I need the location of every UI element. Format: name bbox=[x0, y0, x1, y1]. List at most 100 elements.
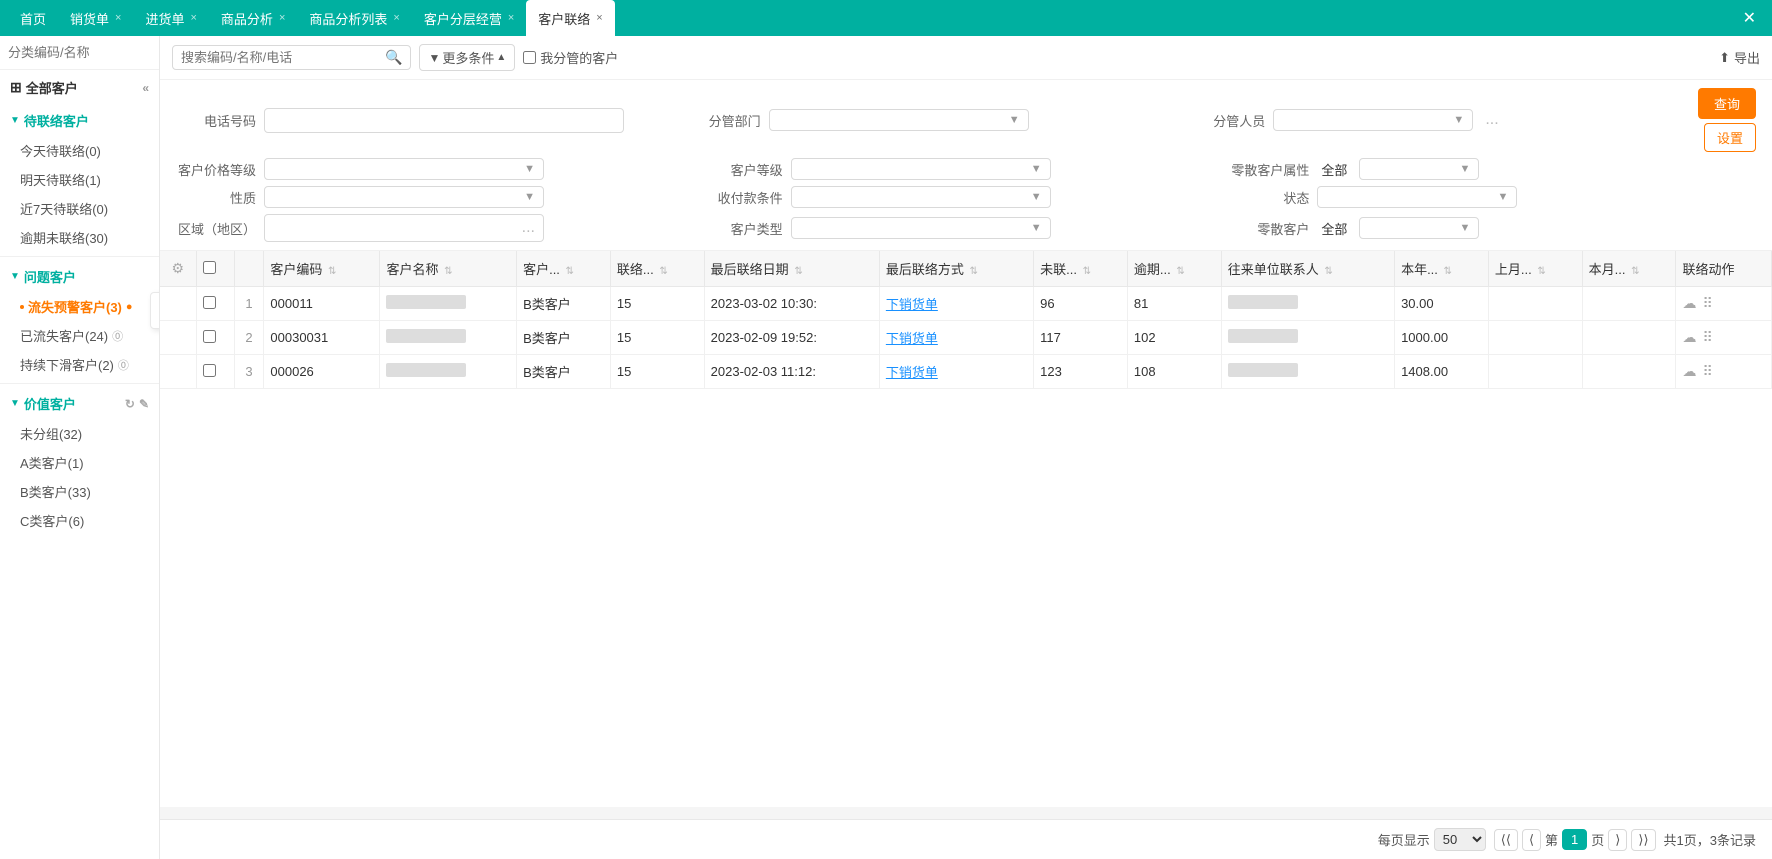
sidebar-item-a-class[interactable]: A类客户(1) bbox=[0, 448, 159, 477]
filter-zero-customer-select[interactable]: ▼ bbox=[1359, 217, 1479, 239]
contact-way-link-2[interactable]: 下销货单 bbox=[886, 365, 938, 380]
tab-customer-tier-close[interactable]: × bbox=[508, 12, 514, 24]
sidebar-item-ungrouped[interactable]: 未分组(32) bbox=[0, 419, 159, 448]
per-page-select[interactable]: 50 100 200 bbox=[1434, 828, 1486, 851]
filter-dept-select[interactable]: ▼ bbox=[769, 109, 1029, 131]
my-customers-checkbox[interactable] bbox=[523, 51, 536, 64]
horizontal-scrollbar[interactable] bbox=[160, 807, 1772, 819]
th-contact[interactable]: 联络... ⇅ bbox=[610, 251, 704, 287]
tab-analysis-list[interactable]: 商品分析列表 × bbox=[297, 0, 411, 36]
th-last-contact-date[interactable]: 最后联络日期 ⇅ bbox=[704, 251, 879, 287]
group-arrow-problem: ▼ bbox=[10, 271, 20, 282]
search-input[interactable] bbox=[181, 50, 381, 65]
tab-customer-contact[interactable]: 客户联络 × bbox=[526, 0, 614, 36]
th-type[interactable]: 客户... ⇅ bbox=[517, 251, 611, 287]
tab-home[interactable]: 首页 bbox=[8, 0, 58, 36]
tab-customer-contact-close[interactable]: × bbox=[596, 12, 602, 24]
sidebar-all-customers[interactable]: ⊞ 全部客户 « bbox=[0, 70, 159, 105]
tab-analysis-list-close[interactable]: × bbox=[393, 12, 399, 24]
action-contact-icon-0[interactable]: ☁ bbox=[1682, 295, 1696, 312]
th-this-year[interactable]: 本年... ⇅ bbox=[1395, 251, 1489, 287]
sidebar-item-7days[interactable]: 近7天待联络(0) bbox=[0, 194, 159, 223]
sidebar-search-input[interactable] bbox=[8, 45, 160, 60]
filter-area-dots[interactable]: ... bbox=[522, 219, 535, 237]
filter-person-dots[interactable]: ... bbox=[1485, 111, 1498, 129]
sidebar-item-c-class[interactable]: C类客户(6) bbox=[0, 506, 159, 535]
tab-customer-tier[interactable]: 客户分层经营 × bbox=[412, 0, 526, 36]
filter-area-select[interactable]: ... bbox=[264, 214, 544, 242]
action-contact-icon-1[interactable]: ☁ bbox=[1682, 329, 1696, 346]
action-contact-icon-2[interactable]: ☁ bbox=[1682, 363, 1696, 380]
select-all-checkbox[interactable] bbox=[203, 261, 216, 274]
filter-price-grade-select[interactable]: ▼ bbox=[264, 158, 544, 180]
filter-person-select[interactable]: ▼ bbox=[1273, 109, 1473, 131]
tab-purchase[interactable]: 进货单 × bbox=[133, 0, 208, 36]
th-no-contact[interactable]: 未联... ⇅ bbox=[1034, 251, 1128, 287]
row-checkbox-0[interactable] bbox=[203, 296, 216, 309]
row-checkbox-2[interactable] bbox=[203, 364, 216, 377]
window-close-button[interactable]: ✕ bbox=[1735, 4, 1764, 32]
more-conditions-btn[interactable]: ▼ 更多条件 ▲ bbox=[419, 44, 515, 71]
sidebar-item-churn-warning[interactable]: 流失预警客户(3) ● bbox=[0, 292, 159, 321]
td-this-year-2: 1408.00 bbox=[1395, 355, 1489, 389]
th-this-month[interactable]: 本月... ⇅ bbox=[1582, 251, 1676, 287]
export-btn[interactable]: ⬆ 导出 bbox=[1719, 48, 1760, 67]
search-submit-icon[interactable]: 🔍 bbox=[385, 49, 402, 66]
action-more-icon-0[interactable]: ⠿ bbox=[1702, 295, 1712, 312]
gear-icon[interactable]: ⚙ bbox=[171, 260, 184, 276]
action-more-icon-1[interactable]: ⠿ bbox=[1702, 329, 1712, 346]
filter-phone-input[interactable] bbox=[264, 108, 624, 133]
td-last-contact-way-0[interactable]: 下销货单 bbox=[879, 287, 1033, 321]
filter-gender-select[interactable]: ▼ bbox=[264, 186, 544, 208]
prev-page-btn[interactable]: ⟨ bbox=[1522, 829, 1541, 851]
td-checkbox-2[interactable] bbox=[196, 355, 234, 389]
td-checkbox-0[interactable] bbox=[196, 287, 234, 321]
th-last-month[interactable]: 上月... ⇅ bbox=[1488, 251, 1582, 287]
settings-button[interactable]: 设置 bbox=[1704, 123, 1756, 152]
tab-sales-close[interactable]: × bbox=[115, 12, 121, 24]
contact-way-link-1[interactable]: 下销货单 bbox=[886, 331, 938, 346]
td-unit-contact-1 bbox=[1221, 321, 1394, 355]
filter-customer-type-select[interactable]: ▼ bbox=[791, 217, 1051, 239]
td-last-contact-way-2[interactable]: 下销货单 bbox=[879, 355, 1033, 389]
filter-zero-attr-select[interactable]: ▼ bbox=[1359, 158, 1479, 180]
last-page-btn[interactable]: ⟩⟩ bbox=[1631, 829, 1655, 851]
value-refresh-icon[interactable]: ↻ bbox=[125, 397, 135, 411]
th-last-contact-way[interactable]: 最后联络方式 ⇅ bbox=[879, 251, 1033, 287]
th-settings[interactable]: ⚙ bbox=[160, 251, 196, 287]
tab-sales[interactable]: 销货单 × bbox=[58, 0, 133, 36]
sidebar-group-problem[interactable]: ▼ 问题客户 bbox=[0, 261, 159, 292]
th-overdue[interactable]: 逾期... ⇅ bbox=[1127, 251, 1221, 287]
td-last-contact-way-1[interactable]: 下销货单 bbox=[879, 321, 1033, 355]
sidebar-group-pending[interactable]: ▼ 待联络客户 bbox=[0, 105, 159, 136]
filter-status-select[interactable]: ▼ bbox=[1317, 186, 1517, 208]
next-page-btn[interactable]: ⟩ bbox=[1608, 829, 1627, 851]
first-page-btn[interactable]: ⟨⟨ bbox=[1494, 829, 1518, 851]
th-code[interactable]: 客户编码 ⇅ bbox=[264, 251, 380, 287]
row-checkbox-1[interactable] bbox=[203, 330, 216, 343]
sidebar-item-declining[interactable]: 持续下滑客户(2) ⓪ bbox=[0, 350, 159, 379]
td-checkbox-1[interactable] bbox=[196, 321, 234, 355]
query-button[interactable]: 查询 bbox=[1698, 88, 1756, 119]
th-unit-contact[interactable]: 往来单位联系人 ⇅ bbox=[1221, 251, 1394, 287]
sidebar-item-tomorrow[interactable]: 明天待联络(1) bbox=[0, 165, 159, 194]
value-edit-icon[interactable]: ✎ bbox=[139, 397, 149, 411]
tab-analysis[interactable]: 商品分析 × bbox=[209, 0, 297, 36]
sidebar-collapse-btn[interactable]: « bbox=[142, 81, 149, 95]
my-customers-check[interactable]: 我分管的客户 bbox=[523, 48, 618, 67]
sidebar-item-overdue[interactable]: 逾期未联络(30) bbox=[0, 223, 159, 252]
sidebar-item-churned[interactable]: 已流失客户(24) ⓪ bbox=[0, 321, 159, 350]
filter-grade-select[interactable]: ▼ bbox=[791, 158, 1051, 180]
tab-analysis-close[interactable]: × bbox=[279, 12, 285, 24]
th-checkbox[interactable] bbox=[196, 251, 234, 287]
sidebar-item-b-class[interactable]: B类客户(33) bbox=[0, 477, 159, 506]
tab-purchase-close[interactable]: × bbox=[190, 12, 196, 24]
value-group-actions: ↻ ✎ bbox=[125, 397, 149, 411]
contact-way-link-0[interactable]: 下销货单 bbox=[886, 297, 938, 312]
sidebar-item-today[interactable]: 今天待联络(0) bbox=[0, 136, 159, 165]
action-more-icon-2[interactable]: ⠿ bbox=[1702, 363, 1712, 380]
content-area: 🔍 ▼ 更多条件 ▲ 我分管的客户 ⬆ 导出 电话号码 bbox=[160, 36, 1772, 859]
th-name[interactable]: 客户名称 ⇅ bbox=[380, 251, 517, 287]
sidebar-group-value[interactable]: ▼ 价值客户 ↻ ✎ bbox=[0, 388, 159, 419]
filter-payment-select[interactable]: ▼ bbox=[791, 186, 1051, 208]
